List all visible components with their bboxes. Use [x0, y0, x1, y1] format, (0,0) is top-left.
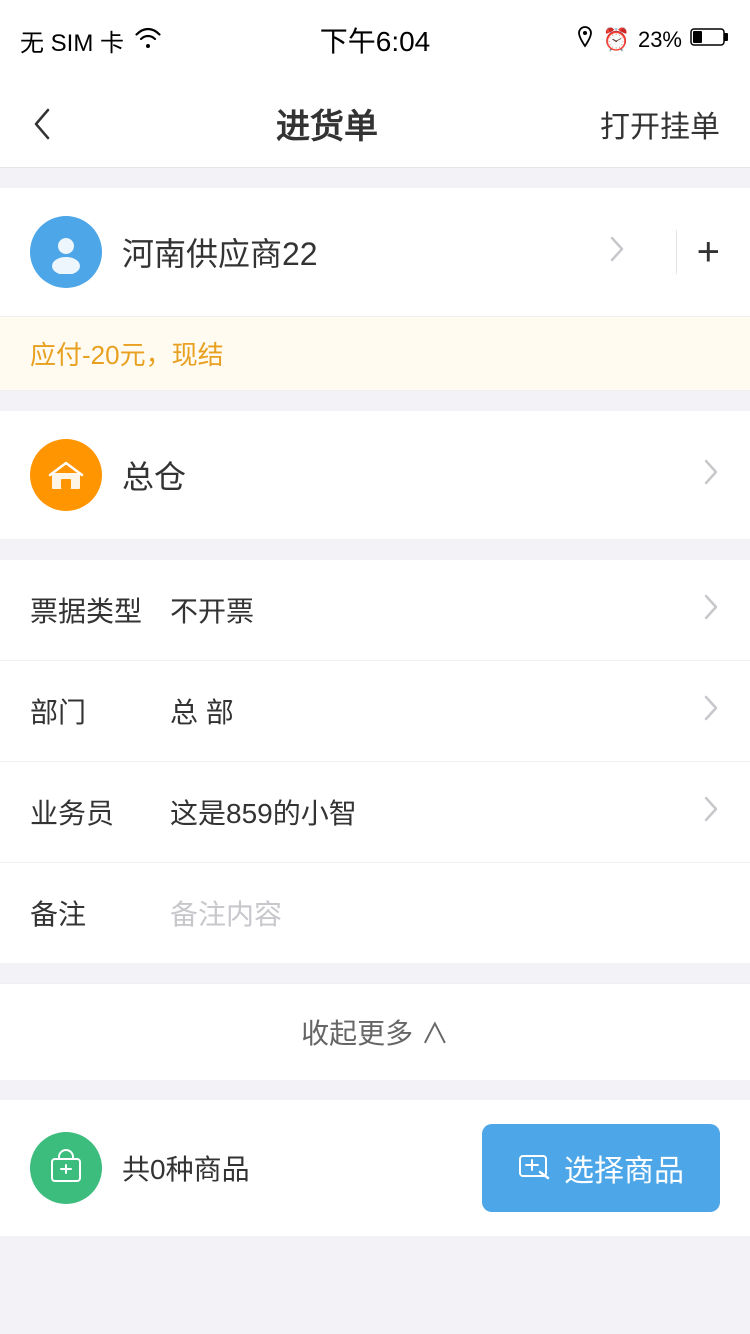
status-bar: 无 SIM 卡 下午6:04 ⏰ 23%	[0, 0, 750, 80]
supplier-name: 河南供应商22	[122, 229, 608, 275]
divider-1	[0, 168, 750, 188]
notice-text: 应付-20元，现结	[30, 340, 224, 370]
warehouse-arrow-icon	[702, 457, 720, 494]
supplier-arrow-icon	[608, 234, 626, 271]
select-product-button[interactable]: 选择商品	[482, 1124, 720, 1212]
location-icon	[575, 26, 595, 54]
vertical-divider	[676, 230, 677, 274]
form-section: 票据类型 不开票 部门 总 部 业务员 这是859的小智	[0, 560, 750, 963]
ticket-type-label: 票据类型	[30, 590, 170, 630]
battery-icon	[690, 26, 730, 54]
collapse-row[interactable]: 收起更多 ∧	[0, 983, 750, 1080]
staff-value: 这是859的小智	[170, 792, 702, 832]
warehouse-row[interactable]: 总仓	[0, 411, 750, 540]
warehouse-name: 总仓	[122, 452, 702, 498]
supplier-section: 河南供应商22 + 应付-20元，现结	[0, 188, 750, 391]
battery-label: 23%	[638, 27, 682, 53]
warehouse-section: 总仓	[0, 411, 750, 540]
staff-label: 业务员	[30, 792, 170, 832]
note-label: 备注	[30, 893, 170, 933]
dept-label: 部门	[30, 691, 170, 731]
ticket-type-row[interactable]: 票据类型 不开票	[0, 560, 750, 661]
wifi-icon	[134, 26, 162, 55]
staff-arrow-icon	[702, 794, 720, 831]
dept-arrow-icon	[702, 693, 720, 730]
supplier-avatar	[30, 216, 102, 288]
sim-label: 无 SIM 卡	[20, 23, 124, 58]
status-time: 下午6:04	[320, 20, 431, 60]
alarm-icon: ⏰	[603, 27, 630, 53]
collapse-text: 收起更多 ∧	[301, 1012, 449, 1052]
product-count: 共0种商品	[122, 1148, 462, 1188]
product-icon	[30, 1132, 102, 1204]
bottom-bar: 共0种商品 选择商品	[0, 1100, 750, 1236]
page-title: 进货单	[276, 99, 378, 148]
ticket-arrow-icon	[702, 592, 720, 629]
add-supplier-button[interactable]: +	[697, 230, 720, 275]
note-input[interactable]: 备注内容	[170, 893, 720, 933]
open-pending-button[interactable]: 打开挂单	[600, 102, 720, 146]
back-button[interactable]	[30, 106, 54, 142]
supplier-row[interactable]: 河南供应商22 +	[0, 188, 750, 317]
staff-row[interactable]: 业务员 这是859的小智	[0, 762, 750, 863]
notice-bar: 应付-20元，现结	[0, 317, 750, 391]
nav-bar: 进货单 打开挂单	[0, 80, 750, 168]
status-left: 无 SIM 卡	[20, 23, 162, 58]
select-product-icon	[518, 1154, 552, 1182]
dept-value: 总 部	[170, 691, 702, 731]
status-right: ⏰ 23%	[575, 26, 730, 54]
dept-row[interactable]: 部门 总 部	[0, 661, 750, 762]
note-row[interactable]: 备注 备注内容	[0, 863, 750, 963]
ticket-type-value: 不开票	[170, 590, 702, 630]
select-product-label: 选择商品	[564, 1146, 684, 1190]
warehouse-icon	[30, 439, 102, 511]
